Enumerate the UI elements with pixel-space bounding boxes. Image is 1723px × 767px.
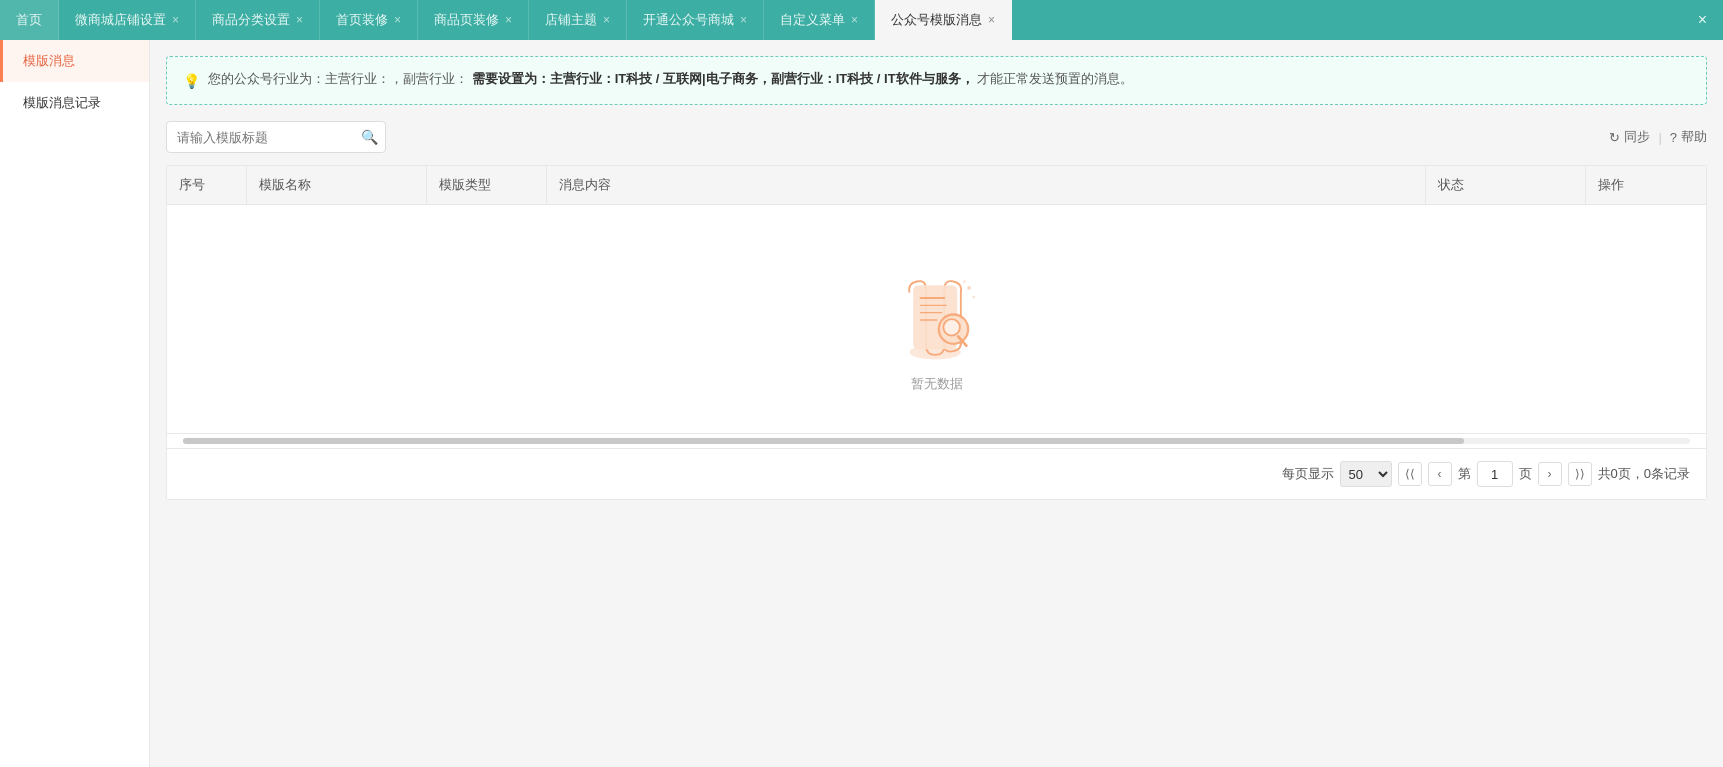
nav-tab-homepage-decor-close[interactable]: × [394,13,401,27]
divider: | [1658,130,1661,145]
search-left: 🔍 [166,121,386,153]
nav-tab-homepage-decor-label: 首页装修 [336,11,388,29]
nav-tab-shop-settings-label: 微商城店铺设置 [75,11,166,29]
first-page-button[interactable]: ⟨⟨ [1398,462,1422,486]
nav-tab-product-decor[interactable]: 商品页装修 × [418,0,529,40]
notice-text-after: 才能正常发送预置的消息。 [977,71,1133,86]
search-bar: 🔍 ↻ 同步 | ? 帮助 [166,121,1707,153]
empty-text: 暂无数据 [911,375,963,393]
nav-tab-custom-menu-label: 自定义菜单 [780,11,845,29]
nav-tab-home-label: 首页 [16,11,42,29]
search-input-wrap: 🔍 [166,121,386,153]
svg-point-10 [972,296,975,299]
page-label-post: 页 [1519,465,1532,483]
nav-tab-category-settings-label: 商品分类设置 [212,11,290,29]
sync-label: 同步 [1624,128,1650,146]
svg-point-11 [963,281,966,284]
nav-tab-home[interactable]: 首页 [0,0,59,40]
current-page-input[interactable] [1477,461,1513,487]
nav-tab-homepage-decor[interactable]: 首页装修 × [320,0,418,40]
table-container: 序号 模版名称 模版类型 消息内容 状态 操作 [166,165,1707,500]
nav-tab-template-msg[interactable]: 公众号模版消息 × [875,0,1012,40]
col-status: 状态 [1426,166,1586,204]
scroll-bar-thumb[interactable] [183,438,1464,444]
sync-button[interactable]: ↻ 同步 [1609,128,1650,146]
nav-tab-template-msg-label: 公众号模版消息 [891,11,982,29]
nav-tab-product-decor-label: 商品页装修 [434,11,499,29]
nav-tab-open-mall[interactable]: 开通公众号商城 × [627,0,764,40]
page-label-pre: 第 [1458,465,1471,483]
nav-tab-shop-settings-close[interactable]: × [172,13,179,27]
table-header: 序号 模版名称 模版类型 消息内容 状态 操作 [167,166,1706,205]
nav-tab-product-decor-close[interactable]: × [505,13,512,27]
help-button[interactable]: ? 帮助 [1670,128,1707,146]
nav-tab-custom-menu[interactable]: 自定义菜单 × [764,0,875,40]
sidebar-item-template-records[interactable]: 模版消息记录 [0,82,149,124]
notice-icon: 💡 [183,70,200,92]
last-page-button[interactable]: ⟩⟩ [1568,462,1592,486]
prev-page-button[interactable]: ‹ [1428,462,1452,486]
sidebar: 模版消息 模版消息记录 [0,40,150,767]
empty-illustration [882,265,992,375]
search-right: ↻ 同步 | ? 帮助 [1609,128,1707,146]
col-name: 模版名称 [247,166,427,204]
sidebar-item-template-records-label: 模版消息记录 [23,95,101,110]
notice-highlight: 需要设置为：主营行业：IT科技 / 互联网|电子商务，副营行业：IT科技 / I… [472,71,974,86]
nav-tab-open-mall-close[interactable]: × [740,13,747,27]
search-input[interactable] [166,121,386,153]
col-action: 操作 [1586,166,1706,204]
main-layout: 模版消息 模版消息记录 💡 您的公众号行业为：主营行业：，副营行业： 需要设置为… [0,40,1723,767]
scroll-bar-track[interactable] [183,438,1690,444]
notice-text-before: 您的公众号行业为：主营行业：，副营行业： [208,71,468,86]
nav-tab-category-settings-close[interactable]: × [296,13,303,27]
search-icon[interactable]: 🔍 [361,129,378,145]
nav-tab-open-mall-label: 开通公众号商城 [643,11,734,29]
empty-state: 暂无数据 [167,205,1706,433]
nav-tab-custom-menu-close[interactable]: × [851,13,858,27]
page-size-label: 每页显示 [1282,465,1334,483]
help-label: 帮助 [1681,128,1707,146]
content-area: 💡 您的公众号行业为：主营行业：，副营行业： 需要设置为：主营行业：IT科技 /… [150,40,1723,767]
top-nav: 首页 微商城店铺设置 × 商品分类设置 × 首页装修 × 商品页装修 × 店铺主… [0,0,1723,40]
nav-tab-category-settings[interactable]: 商品分类设置 × [196,0,320,40]
nav-tab-store-theme-label: 店铺主题 [545,11,597,29]
sidebar-item-template-msg[interactable]: 模版消息 [0,40,149,82]
notice-box: 💡 您的公众号行业为：主营行业：，副营行业： 需要设置为：主营行业：IT科技 /… [166,56,1707,105]
col-index: 序号 [167,166,247,204]
total-label: 共0页，0条记录 [1598,465,1690,483]
help-icon: ? [1670,130,1677,145]
sidebar-item-template-msg-label: 模版消息 [23,53,75,68]
col-type: 模版类型 [427,166,547,204]
nav-tab-store-theme-close[interactable]: × [603,13,610,27]
nav-tab-shop-settings[interactable]: 微商城店铺设置 × [59,0,196,40]
page-size-select[interactable]: 50 10 20 100 [1340,461,1392,487]
svg-point-7 [943,319,960,336]
svg-point-9 [967,286,971,290]
nav-tab-store-theme[interactable]: 店铺主题 × [529,0,627,40]
sync-icon: ↻ [1609,130,1620,145]
notice-text: 您的公众号行业为：主营行业：，副营行业： 需要设置为：主营行业：IT科技 / 互… [208,69,1133,90]
next-page-button[interactable]: › [1538,462,1562,486]
nav-tab-template-msg-close[interactable]: × [988,13,995,27]
global-close-button[interactable]: × [1682,0,1723,40]
pagination-bar: 每页显示 50 10 20 100 ⟨⟨ ‹ 第 页 › ⟩⟩ 共0页，0条记录 [167,448,1706,499]
col-content: 消息内容 [547,166,1426,204]
scroll-bar-container [167,433,1706,448]
